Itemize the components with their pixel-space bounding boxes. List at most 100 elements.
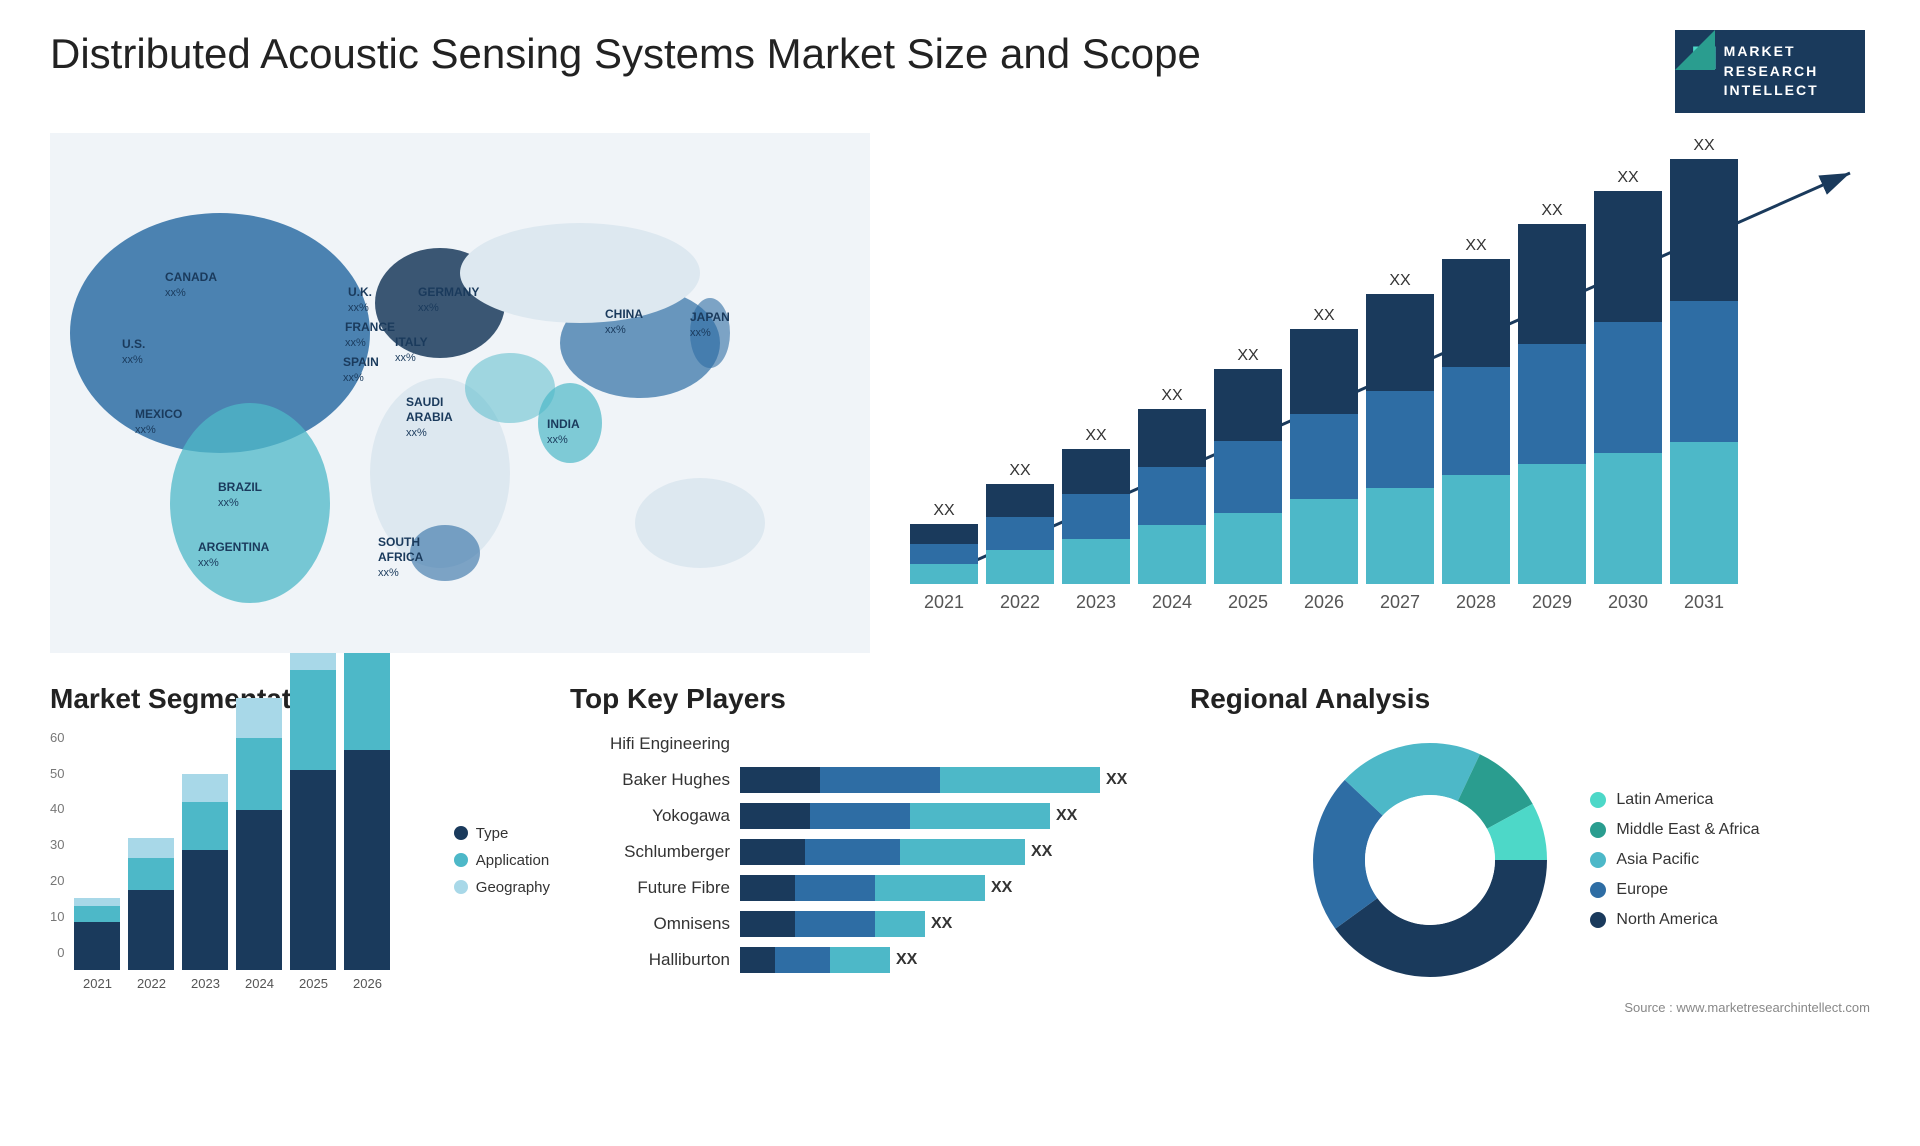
germany-value: xx% [418,302,439,314]
spain-value: xx% [343,372,364,384]
stacked-bar-2025 [1214,369,1282,584]
brazil-label: BRAZIL [218,480,262,494]
legend-geography-dot [454,880,468,894]
player-omnisens-name: Omnisens [570,914,730,934]
france-value: xx% [345,337,366,349]
seg-xlabel-2025: 2025 [290,976,336,991]
player-baker-name: Baker Hughes [570,770,730,790]
source-text: Source : www.marketresearchintellect.com [1190,1000,1870,1015]
legend-na-label: North America [1616,911,1717,929]
bar-2024: XX 2024 [1138,387,1206,613]
player-halliburton-bar: XX [740,946,1170,974]
legend-ap-dot [1590,852,1606,868]
bar-label-2026: 2026 [1304,592,1344,613]
southafrica-label: SOUTH [378,535,420,549]
legend-type-label: Type [476,825,509,842]
bar-label-2028: 2028 [1456,592,1496,613]
players-area: Top Key Players Hifi Engineering Baker H… [570,683,1170,1015]
bar-label-2031: 2031 [1684,592,1724,613]
seg-bars [74,730,423,970]
player-halliburton-xx: XX [896,951,917,969]
southafrica-value: xx% [378,567,399,579]
player-baker-bar: XX [740,766,1170,794]
bar-2031: XX 2031 [1670,137,1738,613]
top-section: CANADA xx% U.S. xx% MEXICO xx% BRAZIL xx… [50,133,1870,653]
legend-europe-label: Europe [1616,881,1668,899]
bar-2029: XX 2029 [1518,202,1586,613]
china-label: CHINA [605,307,643,321]
legend-application: Application [454,852,550,869]
legend-latin-label: Latin America [1616,791,1713,809]
seg-bar-2025 [290,610,336,970]
bar-2030: XX 2030 [1594,169,1662,613]
player-baker-bar-inner [740,767,1100,793]
bar-chart-area: XX 2021 XX 2022 [890,133,1870,653]
bar-2021: XX 2021 [910,502,978,613]
legend-type-dot [454,826,468,840]
legend-application-label: Application [476,852,549,869]
legend-application-dot [454,853,468,867]
player-yokogawa-xx: XX [1056,807,1077,825]
seg-xlabel-2023: 2023 [182,976,228,991]
canada-value: xx% [165,287,186,299]
legend-latin-dot [1590,792,1606,808]
uk-value: xx% [348,302,369,314]
seg-x-labels: 2021 2022 2023 2024 2025 2026 [74,976,423,991]
map-area: CANADA xx% U.S. xx% MEXICO xx% BRAZIL xx… [50,133,870,653]
legend-middle-east: Middle East & Africa [1590,821,1759,839]
logo-box: M MARKET RESEARCH INTELLECT [1675,30,1865,113]
bar-label-2025: 2025 [1228,592,1268,613]
seg-legend: Type Application Geography [454,730,550,991]
player-baker-xx: XX [1106,771,1127,789]
player-omnisens-bar-inner [740,911,925,937]
bar-2022: XX 2022 [986,462,1054,613]
player-yokogawa-bar: XX [740,802,1170,830]
regional-title: Regional Analysis [1190,683,1870,715]
bar-label-2021: 2021 [924,592,964,613]
bar-xx-2031: XX [1693,137,1714,155]
seg-bar-2022 [128,838,174,970]
bar-2025: XX 2025 [1214,347,1282,613]
italy-value: xx% [395,352,416,364]
bar-chart-bars: XX 2021 XX 2022 [910,173,1850,613]
player-futurefibre-bar-inner [740,875,985,901]
bar-2026: XX 2026 [1290,307,1358,613]
stacked-bar-2027 [1366,294,1434,584]
legend-north-america: North America [1590,911,1759,929]
player-schlumberger-bar-inner [740,839,1025,865]
canada-label: CANADA [165,270,217,284]
mexico-label: MEXICO [135,407,182,421]
seg-chart-wrapper: 60 50 40 30 20 10 0 [50,730,550,991]
southafrica-label2: AFRICA [378,550,424,564]
player-yokogawa-name: Yokogawa [570,806,730,826]
bar-xx-2027: XX [1389,272,1410,290]
stacked-bar-2029 [1518,224,1586,584]
logo-line3: INTELLECT [1724,81,1819,101]
stacked-bar-2021 [910,524,978,584]
legend-europe: Europe [1590,881,1759,899]
player-schlumberger-name: Schlumberger [570,842,730,862]
player-hifi-name: Hifi Engineering [570,734,730,754]
legend-asia-pacific: Asia Pacific [1590,851,1759,869]
logo-line1: MARKET [1724,42,1819,62]
stacked-bar-2026 [1290,329,1358,584]
bar-xx-2029: XX [1541,202,1562,220]
argentina-label: ARGENTINA [198,540,270,554]
legend-ap-label: Asia Pacific [1616,851,1699,869]
seg-bar-2021 [74,898,120,970]
stacked-bar-2030 [1594,191,1662,584]
bar-label-2024: 2024 [1152,592,1192,613]
player-yokogawa: Yokogawa XX [570,802,1170,830]
player-futurefibre-xx: XX [991,879,1012,897]
seg-bar-2023 [182,774,228,970]
japan-value: xx% [690,327,711,339]
seg-xlabel-2024: 2024 [236,976,282,991]
seg-xlabel-2026: 2026 [344,976,390,991]
bar-xx-2024: XX [1161,387,1182,405]
player-yokogawa-bar-inner [740,803,1050,829]
spain-label: SPAIN [343,355,379,369]
stacked-bar-2031 [1670,159,1738,584]
header: Distributed Acoustic Sensing Systems Mar… [50,30,1870,113]
bar-2023: XX 2023 [1062,427,1130,613]
japan-label: JAPAN [690,310,730,324]
